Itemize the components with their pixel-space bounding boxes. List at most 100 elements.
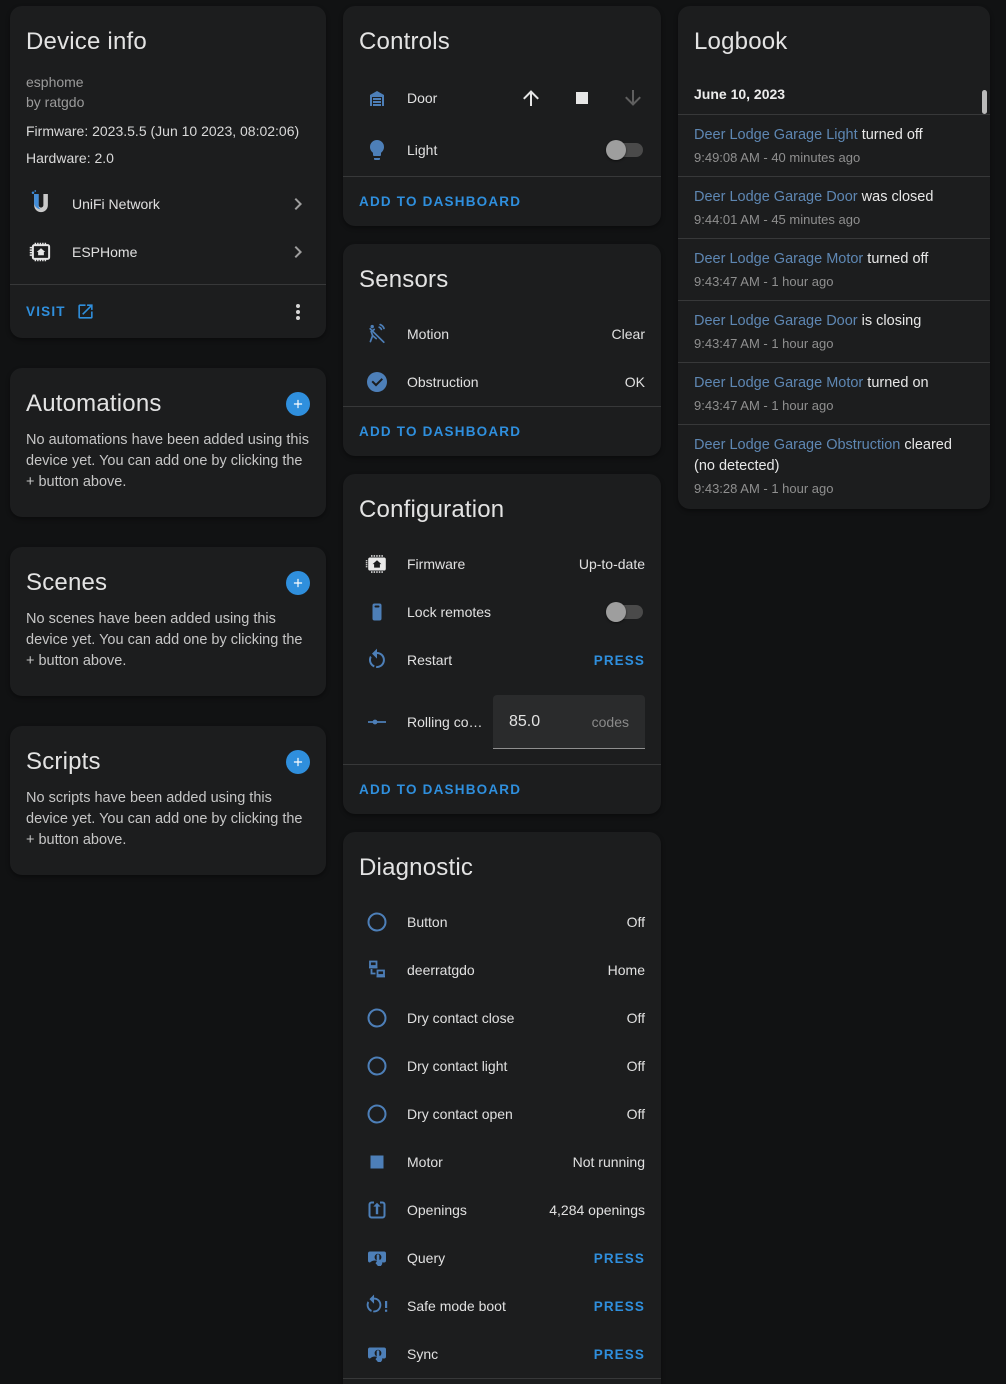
logbook-timestamp: 9:43:47 AM - 1 hour ago (694, 398, 834, 413)
diagnostic-row-openings[interactable]: Openings 4,284 openings (343, 1186, 661, 1234)
logbook-entry: Deer Lodge Garage Door was closed 9:44:0… (678, 176, 990, 238)
scripts-card: Scripts No scripts have been added using… (10, 726, 326, 875)
diagnostic-label: Button (407, 914, 448, 930)
logbook-scrollbar[interactable] (982, 90, 987, 114)
diagnostic-row-deerratgdo[interactable]: deerratgdo Home (343, 946, 661, 994)
config-row-lock-remotes[interactable]: Lock remotes (343, 588, 661, 636)
diagnostic-row-safe-mode-boot[interactable]: Safe mode boot PRESS (343, 1282, 661, 1330)
diagnostic-state: Off (626, 1010, 645, 1026)
plus-icon (293, 578, 303, 588)
config-label: Firmware (407, 556, 466, 572)
diagnostic-label: Motor (407, 1154, 443, 1170)
logbook-entry: Deer Lodge Garage Motor turned off 9:43:… (678, 238, 990, 300)
diagnostic-state: Off (626, 1106, 645, 1122)
logbook-entity-link[interactable]: Deer Lodge Garage Door (694, 313, 858, 329)
square-icon (365, 1150, 389, 1174)
lock-remotes-toggle-switch[interactable] (606, 602, 643, 622)
logbook-entity-link[interactable]: Deer Lodge Garage Light (694, 127, 858, 143)
sensor-row-obstruction[interactable]: Obstruction OK (343, 358, 661, 406)
diagnostic-state: Off (626, 1058, 645, 1074)
add-scene-button[interactable] (286, 571, 310, 595)
sensor-label: Motion (407, 326, 450, 342)
add-to-dashboard-button[interactable]: ADD TO DASHBOARD (359, 782, 521, 797)
diagnostic-row-query[interactable]: Query PRESS (343, 1234, 661, 1282)
controls-card: Controls Door Light ADD TO DASHBOARD (343, 6, 661, 226)
sync-press-button[interactable]: PRESS (594, 1347, 645, 1362)
logbook-timestamp: 9:49:08 AM - 40 minutes ago (694, 150, 861, 165)
query-press-button[interactable]: PRESS (594, 1251, 645, 1266)
diagnostic-row-dry-contact-light[interactable]: Dry contact light Off (343, 1042, 661, 1090)
automations-title: Automations (26, 390, 162, 417)
config-label: Lock remotes (407, 604, 492, 620)
device-info-title: Device info (26, 28, 147, 55)
diagnostic-row-button[interactable]: Button Off (343, 898, 661, 946)
config-label: Rolling co… (407, 714, 483, 730)
lightbulb-icon (365, 138, 389, 162)
cover-close-button[interactable] (621, 86, 645, 110)
restart-icon (365, 648, 389, 672)
cover-open-button[interactable] (519, 86, 543, 110)
overflow-menu-button[interactable] (286, 300, 310, 324)
rolling-code-input[interactable]: 85.0 codes (493, 695, 645, 749)
plus-icon (293, 399, 303, 409)
logbook-timestamp: 9:43:47 AM - 1 hour ago (694, 336, 834, 351)
sensor-state: Clear (611, 326, 645, 342)
cover-controls (519, 86, 645, 110)
circle-outline-icon (365, 1006, 389, 1030)
config-row-firmware[interactable]: Firmware Up-to-date (343, 540, 661, 588)
controls-title: Controls (359, 28, 450, 55)
restart-press-button[interactable]: PRESS (594, 653, 645, 668)
logbook-entity-link[interactable]: Deer Lodge Garage Motor (694, 251, 863, 267)
logbook-card: Logbook June 10, 2023 Deer Lodge Garage … (678, 6, 990, 509)
firmware-chip-icon (365, 552, 389, 576)
logbook-entity-link[interactable]: Deer Lodge Garage Door (694, 189, 858, 205)
logbook-action: turned off (867, 251, 929, 267)
config-label: Restart (407, 652, 453, 668)
diagnostic-row-sync[interactable]: Sync PRESS (343, 1330, 661, 1378)
add-to-dashboard-button[interactable]: ADD TO DASHBOARD (359, 424, 521, 439)
visit-label: VISIT (26, 304, 66, 319)
logbook-entity-link[interactable]: Deer Lodge Garage Motor (694, 375, 863, 391)
configuration-card: Configuration Firmware Up-to-date Lock r… (343, 474, 661, 814)
rolling-code-unit: codes (591, 713, 629, 730)
esphome-chip-icon (26, 237, 56, 267)
diagnostic-label: Dry contact light (407, 1058, 508, 1074)
cover-stop-button[interactable] (570, 86, 594, 110)
safe-mode-boot-press-button[interactable]: PRESS (594, 1299, 645, 1314)
logbook-action: turned off (861, 127, 923, 143)
gesture-tap-button-icon (365, 1342, 389, 1366)
add-to-dashboard-button[interactable]: ADD TO DASHBOARD (359, 194, 521, 209)
integration-unifi-network[interactable]: UniFi Network (10, 180, 326, 228)
plus-icon (293, 757, 303, 767)
integration-list: UniFi Network ESPHome (10, 180, 326, 284)
scenes-empty-text: No scenes have been added using this dev… (26, 611, 303, 669)
control-row-door[interactable]: Door (343, 72, 661, 124)
control-row-light[interactable]: Light (343, 124, 661, 176)
logbook-entity-link[interactable]: Deer Lodge Garage Obstruction (694, 437, 900, 453)
restart-alert-icon (365, 1294, 389, 1318)
control-light-label: Light (407, 142, 438, 158)
visit-button[interactable]: VISIT (26, 302, 95, 321)
scenes-title: Scenes (26, 569, 108, 596)
sensors-title: Sensors (359, 266, 449, 293)
integration-label: UniFi Network (72, 196, 160, 212)
chevron-right-icon (294, 198, 302, 210)
diagnostic-label: Safe mode boot (407, 1298, 506, 1314)
add-script-button[interactable] (286, 750, 310, 774)
light-toggle-switch[interactable] (606, 140, 643, 160)
config-row-rolling-code[interactable]: Rolling co… 85.0 codes (343, 690, 661, 754)
diagnostic-label: Openings (407, 1202, 467, 1218)
diagnostic-row-dry-contact-open[interactable]: Dry contact open Off (343, 1090, 661, 1138)
diagnostic-title: Diagnostic (359, 854, 474, 881)
config-row-restart[interactable]: Restart PRESS (343, 636, 661, 684)
integration-esphome[interactable]: ESPHome (10, 228, 326, 276)
device-page: Device info esphome by ratgdo Firmware: … (0, 0, 1006, 1384)
diagnostic-row-motor[interactable]: Motor Not running (343, 1138, 661, 1186)
add-automation-button[interactable] (286, 392, 310, 416)
logbook-action: turned on (867, 375, 929, 391)
motion-sensor-icon (365, 322, 389, 346)
diagnostic-row-dry-contact-close[interactable]: Dry contact close Off (343, 994, 661, 1042)
garage-door-icon (365, 86, 389, 110)
sensor-row-motion[interactable]: Motion Clear (343, 310, 661, 358)
rolling-code-value: 85.0 (509, 712, 541, 730)
